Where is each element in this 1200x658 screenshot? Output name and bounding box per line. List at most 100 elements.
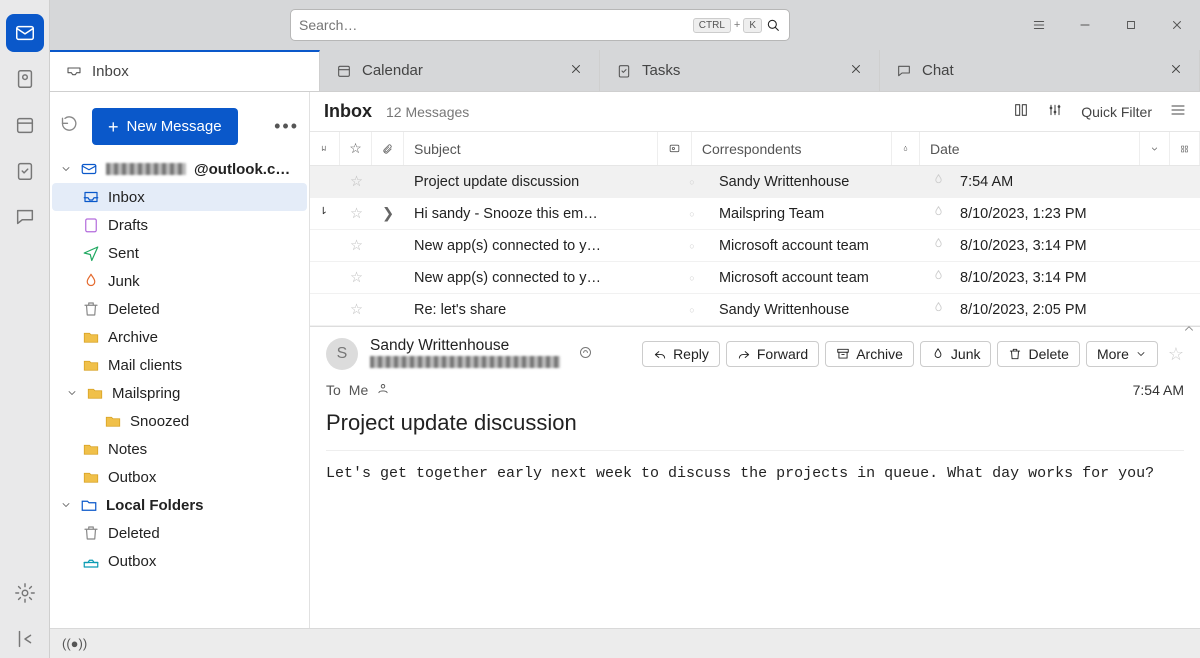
tab-chat[interactable]: Chat [880, 50, 1200, 91]
message-row[interactable]: ☆ New app(s) connected to y… ○ Microsoft… [310, 230, 1200, 262]
col-star-icon[interactable]: ☆ [340, 132, 372, 165]
star-icon[interactable]: ☆ [340, 206, 372, 222]
activity-contacts[interactable] [6, 60, 44, 98]
search-icon[interactable] [765, 17, 781, 33]
archive-button[interactable]: Archive [825, 341, 914, 367]
activity-calendar[interactable] [6, 106, 44, 144]
forward-button[interactable]: Forward [726, 341, 819, 367]
view-toggle-icon[interactable] [1013, 102, 1029, 121]
col-spam-icon[interactable] [892, 132, 920, 165]
folder-mail-clients[interactable]: Mail clients [52, 351, 307, 379]
star-icon[interactable]: ☆ [340, 270, 372, 286]
col-contact-icon[interactable] [658, 132, 692, 165]
folder-label: Outbox [108, 469, 156, 486]
star-message-icon[interactable]: ☆ [1168, 344, 1184, 365]
message-row[interactable]: ☆ Project update discussion ○ Sandy Writ… [310, 166, 1200, 198]
settings-icon[interactable] [6, 574, 44, 612]
drafts-icon [82, 216, 100, 234]
collapse-sidebar-icon[interactable] [6, 620, 44, 658]
junk-button[interactable]: Junk [920, 341, 992, 367]
window-minimize[interactable] [1062, 0, 1108, 50]
star-icon[interactable]: ☆ [340, 174, 372, 190]
activity-tasks[interactable] [6, 152, 44, 190]
account-row[interactable]: @outlook.c… [52, 155, 307, 183]
list-title: Inbox [324, 101, 372, 122]
message-body: Let's get together early next week to di… [326, 450, 1184, 482]
contact-indicator-icon: ○ [675, 305, 709, 315]
reply-button[interactable]: Reply [642, 341, 720, 367]
sync-icon[interactable] [60, 115, 80, 138]
folder-deleted[interactable]: Deleted [52, 295, 307, 323]
more-menu-icon[interactable]: ••• [274, 116, 299, 137]
message-row[interactable]: ☆ ❯ Hi sandy - Snooze this em… ○ Mailspr… [310, 198, 1200, 230]
folder-inbox[interactable]: Inbox [52, 183, 307, 211]
filter-icon[interactable] [1047, 102, 1063, 121]
local-deleted[interactable]: Deleted [52, 519, 307, 547]
col-thread-icon[interactable] [310, 132, 340, 165]
quick-filter-label[interactable]: Quick Filter [1081, 104, 1152, 120]
app-menu-icon[interactable] [1016, 0, 1062, 50]
folder-icon [86, 384, 104, 402]
close-icon[interactable] [1169, 62, 1183, 80]
col-correspondents[interactable]: Correspondents [692, 132, 892, 165]
chevron-down-icon [60, 499, 72, 511]
folder-junk[interactable]: Junk [52, 267, 307, 295]
avatar: S [326, 338, 358, 370]
recipient-details-icon[interactable] [376, 381, 390, 398]
close-icon[interactable] [569, 62, 583, 80]
folder-mailspring[interactable]: Mailspring [52, 379, 307, 407]
folder-snoozed[interactable]: Snoozed [52, 407, 307, 435]
folder-label: Snoozed [130, 413, 189, 430]
activity-mail[interactable] [6, 14, 44, 52]
folder-drafts[interactable]: Drafts [52, 211, 307, 239]
spam-indicator-icon [922, 269, 950, 286]
to-value: Me [349, 382, 368, 398]
thread-expand-icon[interactable] [310, 205, 340, 222]
folder-sent[interactable]: Sent [52, 239, 307, 267]
spam-indicator-icon [922, 301, 950, 318]
search-input[interactable] [299, 17, 693, 33]
local-folders-row[interactable]: Local Folders [52, 491, 307, 519]
window-maximize[interactable] [1108, 0, 1154, 50]
star-icon[interactable]: ☆ [340, 302, 372, 318]
local-outbox[interactable]: Outbox [52, 547, 307, 575]
scroll-up-icon[interactable] [1182, 322, 1196, 339]
chevron-right-icon[interactable]: ❯ [372, 206, 404, 222]
col-subject[interactable]: Subject [404, 132, 658, 165]
activity-chat[interactable] [6, 198, 44, 236]
folder-outbox[interactable]: Outbox [52, 463, 307, 491]
outbox-icon [82, 552, 100, 570]
layout-icon[interactable] [1170, 102, 1186, 121]
chat-icon [896, 63, 912, 79]
column-picker-icon[interactable] [1170, 132, 1200, 165]
message-row[interactable]: ☆ New app(s) connected to y… ○ Microsoft… [310, 262, 1200, 294]
message-row[interactable]: ☆ Re: let's share ○ Sandy Writtenhouse 8… [310, 294, 1200, 326]
folder-icon [82, 328, 100, 346]
row-from: Mailspring Team [709, 206, 922, 222]
sort-chevron-icon[interactable] [1140, 132, 1170, 165]
col-attachment-icon[interactable] [372, 132, 404, 165]
col-date[interactable]: Date [920, 132, 1140, 165]
window-close[interactable] [1154, 0, 1200, 50]
row-date: 8/10/2023, 3:14 PM [950, 270, 1200, 286]
spam-indicator-icon [922, 173, 950, 190]
folder-label: Junk [108, 273, 140, 290]
row-date: 8/10/2023, 3:14 PM [950, 238, 1200, 254]
connection-status-icon[interactable]: ((●)) [62, 636, 87, 651]
close-icon[interactable] [849, 62, 863, 80]
tab-calendar[interactable]: Calendar [320, 50, 600, 91]
star-icon[interactable]: ☆ [340, 238, 372, 254]
folder-label: Sent [108, 245, 139, 262]
folder-label: Drafts [108, 217, 148, 234]
new-message-button[interactable]: + New Message [92, 108, 238, 145]
row-from: Microsoft account team [709, 238, 922, 254]
list-header: Inbox 12 Messages Quick Filter [310, 92, 1200, 132]
tab-tasks[interactable]: Tasks [600, 50, 880, 91]
global-search[interactable]: CTRL + K [290, 9, 790, 41]
folder-notes[interactable]: Notes [52, 435, 307, 463]
delete-button[interactable]: Delete [997, 341, 1079, 367]
more-button[interactable]: More [1086, 341, 1158, 367]
folder-archive[interactable]: Archive [52, 323, 307, 351]
tab-inbox[interactable]: Inbox [50, 50, 320, 91]
account-name-redacted [106, 163, 186, 175]
